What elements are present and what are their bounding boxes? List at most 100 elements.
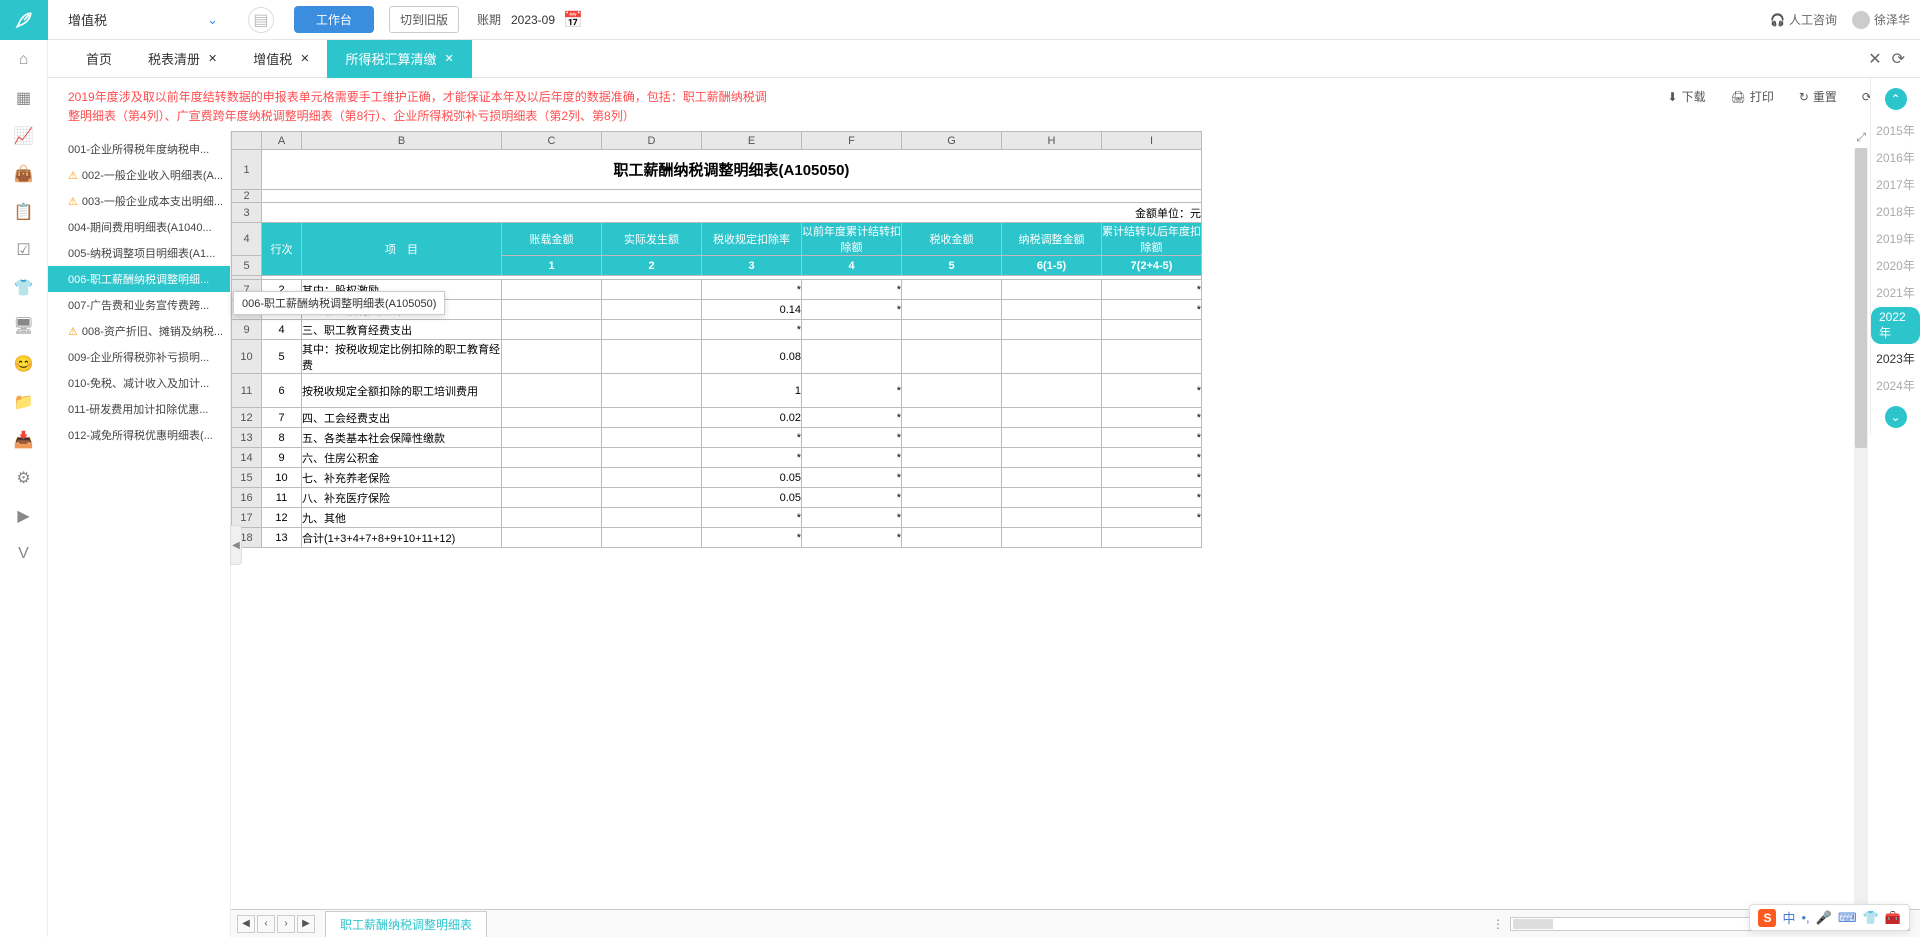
year-item[interactable]: 2019年 xyxy=(1876,226,1915,251)
cell-v2[interactable] xyxy=(602,300,702,320)
col-H[interactable]: H xyxy=(1002,132,1102,150)
ime-skin-icon[interactable]: 👕 xyxy=(1863,910,1879,926)
scroll-up-years-icon[interactable]: ⌃ xyxy=(1885,88,1907,110)
cell-item[interactable]: 八、补充医疗保险 xyxy=(302,488,502,508)
doc-icon-button[interactable]: ▤ xyxy=(248,7,274,33)
chart-icon[interactable]: 📈 xyxy=(14,126,34,146)
cell-v6[interactable] xyxy=(1002,468,1102,488)
ime-toolbox-icon[interactable]: 🧰 xyxy=(1885,910,1901,926)
cell-v1[interactable] xyxy=(502,300,602,320)
ime-keyboard-icon[interactable]: ⌨ xyxy=(1838,910,1857,926)
form-list-item[interactable]: ⚠008-资产折旧、摊销及纳税... xyxy=(48,318,230,344)
cell-item[interactable]: 六、住房公积金 xyxy=(302,448,502,468)
cell-item[interactable]: 九、其他 xyxy=(302,508,502,528)
form-list-item[interactable]: ⚠002-一般企业收入明细表(A... xyxy=(48,162,230,188)
cell-rowno[interactable]: 12 xyxy=(262,508,302,528)
cell-v4[interactable]: * xyxy=(802,280,902,300)
refresh-tab-icon[interactable]: ⟳ xyxy=(1892,49,1905,69)
cell-v4[interactable]: * xyxy=(802,528,902,548)
monitor-icon[interactable]: 🖥 xyxy=(14,316,34,336)
cell-v1[interactable] xyxy=(502,468,602,488)
cell-v5[interactable] xyxy=(902,320,1002,340)
cell-v7[interactable]: * xyxy=(1102,448,1202,468)
cell-v4[interactable]: * xyxy=(802,488,902,508)
cell-v4[interactable]: * xyxy=(802,468,902,488)
cell-v4[interactable] xyxy=(802,340,902,374)
form-list-item[interactable]: 007-广告费和业务宣传费跨... xyxy=(48,292,230,318)
cell-v1[interactable] xyxy=(502,340,602,374)
cell-v2[interactable] xyxy=(602,428,702,448)
cell-item[interactable]: 按税收规定全额扣除的职工培训费用 xyxy=(302,374,502,408)
spreadsheet-grid[interactable]: A B C D E F G H I 1 职工薪酬纳税调整明细表(A105050) xyxy=(231,131,1920,909)
col-C[interactable]: C xyxy=(502,132,602,150)
cell-v7[interactable] xyxy=(1102,340,1202,374)
cell-v5[interactable] xyxy=(902,374,1002,408)
col-E[interactable]: E xyxy=(702,132,802,150)
form-list-item[interactable]: 012-减免所得税优惠明细表(... xyxy=(48,422,230,448)
cell-v5[interactable] xyxy=(902,468,1002,488)
cell-item[interactable]: 其中：按税收规定比例扣除的职工教育经费 xyxy=(302,340,502,374)
cell-v3[interactable]: 0.05 xyxy=(702,468,802,488)
form-list-item[interactable]: 005-纳税调整项目明细表(A1... xyxy=(48,240,230,266)
cell-v1[interactable] xyxy=(502,374,602,408)
cell-v7[interactable]: * xyxy=(1102,408,1202,428)
col-A[interactable]: A xyxy=(262,132,302,150)
cell-rowno[interactable]: 13 xyxy=(262,528,302,548)
cell-v6[interactable] xyxy=(1002,488,1102,508)
cell-v5[interactable] xyxy=(902,408,1002,428)
cell-v5[interactable] xyxy=(902,280,1002,300)
cell-v2[interactable] xyxy=(602,468,702,488)
cell-v6[interactable] xyxy=(1002,340,1102,374)
year-item[interactable]: 2020年 xyxy=(1876,253,1915,278)
user-menu[interactable]: 徐泽华 xyxy=(1852,11,1910,29)
col-D[interactable]: D xyxy=(602,132,702,150)
tab-2[interactable]: 增值税✕ xyxy=(235,40,327,78)
cell-v3[interactable]: 1 xyxy=(702,374,802,408)
cell-v2[interactable] xyxy=(602,280,702,300)
cell-v1[interactable] xyxy=(502,448,602,468)
cell-v4[interactable]: * xyxy=(802,448,902,468)
cell-item[interactable]: 三、职工教育经费支出 xyxy=(302,320,502,340)
row-4[interactable]: 4 xyxy=(232,223,262,256)
collapse-form-list-handle[interactable]: ◀ xyxy=(230,525,242,565)
prev-sheet-icon[interactable]: ‹ xyxy=(257,915,275,933)
cell-v5[interactable] xyxy=(902,508,1002,528)
tab-1[interactable]: 税表清册✕ xyxy=(130,40,235,78)
cell-v2[interactable] xyxy=(602,374,702,408)
cell-v5[interactable] xyxy=(902,528,1002,548)
cell-rowno[interactable]: 11 xyxy=(262,488,302,508)
ime-punct-icon[interactable]: •, xyxy=(1802,910,1810,925)
sogou-icon[interactable]: S xyxy=(1758,909,1776,927)
row-5[interactable]: 5 xyxy=(232,256,262,276)
print-button[interactable]: 🖨打印 xyxy=(1731,88,1774,105)
tab-3[interactable]: 所得税汇算清缴✕ xyxy=(327,40,471,78)
vertical-scrollbar[interactable] xyxy=(1854,148,1868,907)
col-G[interactable]: G xyxy=(902,132,1002,150)
tab-0[interactable]: 首页 xyxy=(68,40,130,78)
cell-v5[interactable] xyxy=(902,428,1002,448)
report-icon[interactable]: ▦ xyxy=(14,88,34,108)
splitter-icon[interactable]: ⋮ xyxy=(1492,917,1504,931)
cell-v7[interactable]: * xyxy=(1102,468,1202,488)
scroll-thumb[interactable] xyxy=(1513,919,1553,929)
gear-icon[interactable]: ⚙ xyxy=(14,468,34,488)
form-list-item[interactable]: 004-期间费用明细表(A1040... xyxy=(48,214,230,240)
row-header[interactable]: 15 xyxy=(232,468,262,488)
video-icon[interactable]: ▶ xyxy=(14,506,34,526)
app-logo[interactable] xyxy=(0,0,48,40)
cell-v5[interactable] xyxy=(902,340,1002,374)
cell-v2[interactable] xyxy=(602,488,702,508)
year-item[interactable]: 2017年 xyxy=(1876,172,1915,197)
bag-icon[interactable]: 👜 xyxy=(14,164,34,184)
cell-v7[interactable]: * xyxy=(1102,428,1202,448)
cell-v6[interactable] xyxy=(1002,408,1102,428)
shirt-icon[interactable]: 👕 xyxy=(14,278,34,298)
row-header[interactable]: 12 xyxy=(232,408,262,428)
cell-v6[interactable] xyxy=(1002,428,1102,448)
cell-v3[interactable]: 0.02 xyxy=(702,408,802,428)
consult-button[interactable]: 🎧 人工咨询 xyxy=(1770,11,1837,28)
checklist-icon[interactable]: ☑ xyxy=(14,240,34,260)
first-sheet-icon[interactable]: ◀ xyxy=(237,915,255,933)
cell-v1[interactable] xyxy=(502,408,602,428)
cell-rowno[interactable]: 7 xyxy=(262,408,302,428)
